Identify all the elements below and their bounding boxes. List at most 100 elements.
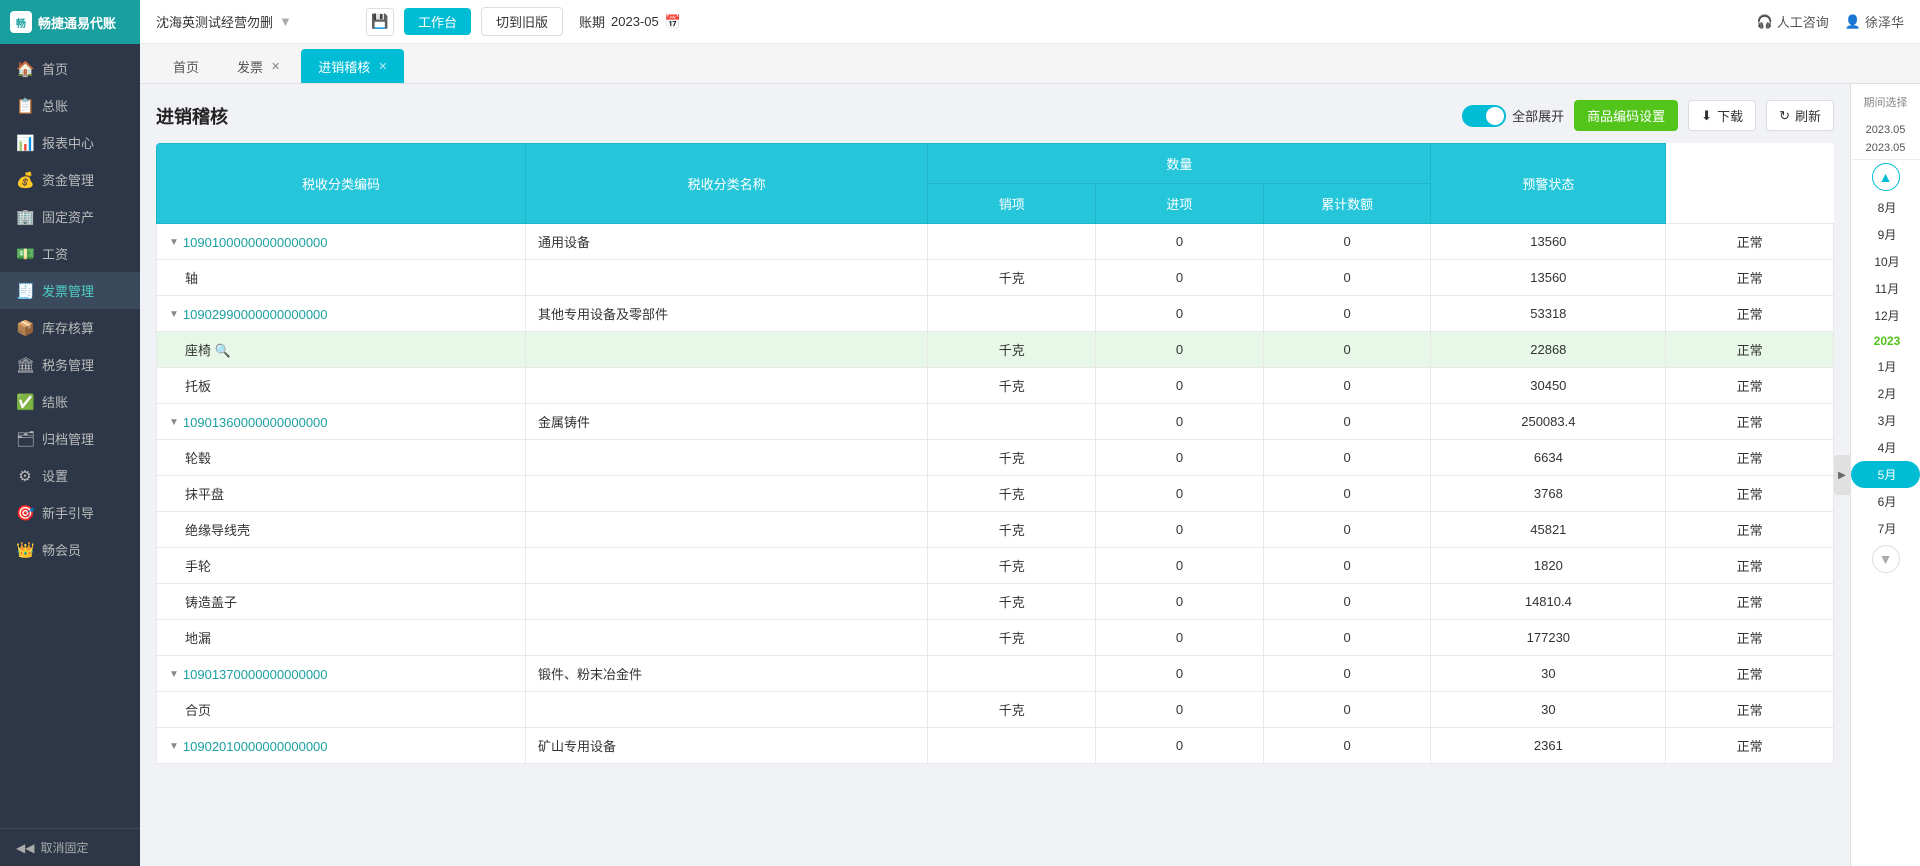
cell-xiao: 0 bbox=[1096, 332, 1264, 368]
tab-close-icon[interactable]: ✕ bbox=[378, 60, 387, 73]
sidebar-item-总账[interactable]: 📋总账 bbox=[0, 87, 140, 124]
cell-status: 正常 bbox=[1666, 620, 1834, 656]
page-title: 进销稽核 bbox=[156, 103, 228, 129]
download-button[interactable]: ⬇ 下载 bbox=[1688, 100, 1756, 131]
tab-发票[interactable]: 发票✕ bbox=[220, 49, 297, 83]
sidebar-item-结账[interactable]: ✅结账 bbox=[0, 383, 140, 420]
expand-toggle[interactable]: 全部展开 bbox=[1462, 105, 1564, 127]
sidebar-item-首页[interactable]: 🏠首页 bbox=[0, 50, 140, 87]
th-xiao: 销项 bbox=[928, 184, 1096, 224]
period-down-btn[interactable]: ▼ bbox=[1872, 545, 1900, 573]
sidebar-item-归档管理[interactable]: 🗂归档管理 bbox=[0, 420, 140, 457]
sidebar-item-畅会员[interactable]: 👑畅会员 bbox=[0, 531, 140, 568]
cell-code: ▼10901360000000000000 bbox=[157, 404, 526, 440]
table-row: 地漏 千克 0 0 177230 正常 bbox=[157, 620, 1834, 656]
switch-version-button[interactable]: 切到旧版 bbox=[481, 7, 563, 36]
table-row: 座椅 🔍 千克 0 0 22868 正常 bbox=[157, 332, 1834, 368]
cell-unit: 千克 bbox=[928, 332, 1096, 368]
tab-label: 进销稽核 bbox=[318, 57, 370, 76]
cell-name: 矿山专用设备 bbox=[525, 728, 927, 764]
cell-total: 13560 bbox=[1431, 260, 1666, 296]
table-row: 手轮 千克 0 0 1820 正常 bbox=[157, 548, 1834, 584]
nav-label: 报表中心 bbox=[42, 133, 94, 152]
cell-status: 正常 bbox=[1666, 368, 1834, 404]
period-month-item[interactable]: 8月 bbox=[1851, 194, 1920, 221]
cell-total: 250083.4 bbox=[1431, 404, 1666, 440]
period-month-item[interactable]: 2023 bbox=[1851, 329, 1920, 353]
sidebar-item-新手引导[interactable]: 🎯新手引导 bbox=[0, 494, 140, 531]
nav-icon: 📊 bbox=[16, 134, 34, 152]
nav-label: 首页 bbox=[42, 59, 68, 78]
nav-label: 资金管理 bbox=[42, 170, 94, 189]
period-month-item[interactable]: 7月 bbox=[1851, 515, 1920, 542]
table-row: ▼10901370000000000000 锻件、粉末冶金件 0 0 30 正常 bbox=[157, 656, 1834, 692]
period-month-item[interactable]: 5月 bbox=[1851, 461, 1920, 488]
cell-jin: 0 bbox=[1263, 584, 1431, 620]
tree-arrow: ▼ bbox=[169, 237, 179, 248]
cell-xiao: 0 bbox=[1096, 404, 1264, 440]
period-month-item[interactable]: 10月 bbox=[1851, 248, 1920, 275]
nav-label: 税务管理 bbox=[42, 355, 94, 374]
sidebar-item-固定资产[interactable]: 🏢固定资产 bbox=[0, 198, 140, 235]
period-month-item[interactable]: 4月 bbox=[1851, 434, 1920, 461]
table-row: 抹平盘 千克 0 0 3768 正常 bbox=[157, 476, 1834, 512]
tab-label: 首页 bbox=[173, 57, 199, 76]
support-btn[interactable]: 🎧 人工咨询 bbox=[1757, 12, 1829, 31]
cell-name: 其他专用设备及零部件 bbox=[525, 296, 927, 332]
cell-name bbox=[525, 476, 927, 512]
cell-total: 2361 bbox=[1431, 728, 1666, 764]
cell-code: 地漏 bbox=[157, 620, 526, 656]
sidebar-item-库存核算[interactable]: 📦库存核算 bbox=[0, 309, 140, 346]
toggle-switch[interactable] bbox=[1462, 105, 1506, 127]
nav-label: 总账 bbox=[42, 96, 68, 115]
search-icon[interactable]: 🔍 bbox=[215, 343, 231, 358]
cell-jin: 0 bbox=[1263, 512, 1431, 548]
main-panel: 进销稽核 全部展开 商品编码设置 ⬇ 下载 ↻ 刷新 bbox=[140, 84, 1850, 866]
refresh-button[interactable]: ↻ 刷新 bbox=[1766, 100, 1834, 131]
cell-name: 通用设备 bbox=[525, 224, 927, 260]
setting-button[interactable]: 商品编码设置 bbox=[1574, 100, 1678, 131]
cell-xiao: 0 bbox=[1096, 584, 1264, 620]
user-menu[interactable]: 👤 徐泽华 bbox=[1845, 12, 1904, 31]
period-up-btn[interactable]: ▲ bbox=[1872, 163, 1900, 191]
tree-arrow: ▼ bbox=[169, 741, 179, 752]
period-month-item[interactable]: 9月 bbox=[1851, 221, 1920, 248]
sidebar-item-报表中心[interactable]: 📊 报表中心 bbox=[0, 124, 140, 161]
calendar-icon[interactable]: 📅 bbox=[665, 14, 681, 30]
cell-unit: 千克 bbox=[928, 620, 1096, 656]
footer-label: 取消固定 bbox=[40, 839, 88, 856]
period-month-item[interactable]: 1月 bbox=[1851, 353, 1920, 380]
cell-unit: 千克 bbox=[928, 548, 1096, 584]
company-dropdown-icon[interactable]: ▼ bbox=[279, 14, 292, 29]
period-month-item[interactable]: 6月 bbox=[1851, 488, 1920, 515]
period-month-item[interactable]: 12月 bbox=[1851, 302, 1920, 329]
tab-close-icon[interactable]: ✕ bbox=[271, 60, 280, 73]
cell-total: 14810.4 bbox=[1431, 584, 1666, 620]
sidebar-footer[interactable]: ◀◀ 取消固定 bbox=[0, 828, 140, 866]
cell-jin: 0 bbox=[1263, 692, 1431, 728]
period-month-item[interactable]: 3月 bbox=[1851, 407, 1920, 434]
panel-toggle-btn[interactable]: ▶ bbox=[1834, 455, 1850, 495]
period-month-item[interactable]: 11月 bbox=[1851, 275, 1920, 302]
cell-xiao: 0 bbox=[1096, 260, 1264, 296]
save-btn[interactable]: 💾 bbox=[366, 8, 394, 36]
cell-name bbox=[525, 584, 927, 620]
cell-jin: 0 bbox=[1263, 728, 1431, 764]
period-selector[interactable]: 账期 2023-05 📅 bbox=[579, 12, 681, 31]
th-name: 税收分类名称 bbox=[525, 144, 927, 224]
sidebar-item-工资[interactable]: 💵工资 bbox=[0, 235, 140, 272]
sidebar-item-设置[interactable]: ⚙设置 bbox=[0, 457, 140, 494]
company-selector[interactable]: 沈海英测试经营勿删 ▼ bbox=[156, 12, 356, 31]
sidebar-item-税务管理[interactable]: 🏛 税务管理 bbox=[0, 346, 140, 383]
sidebar-item-资金管理[interactable]: 💰资金管理 bbox=[0, 161, 140, 198]
workbench-button[interactable]: 工作台 bbox=[404, 8, 471, 35]
data-table: 税收分类编码 税收分类名称 数量 预警状态 销项 进项 累计数额 ▼109010… bbox=[156, 143, 1834, 764]
nav-icon: 🏛 bbox=[16, 356, 34, 374]
tab-首页[interactable]: 首页 bbox=[156, 49, 216, 83]
user-icon: 👤 bbox=[1845, 14, 1861, 30]
tab-进销稽核[interactable]: 进销稽核 ✕ bbox=[301, 49, 404, 83]
period-value: 2023-05 bbox=[611, 14, 659, 29]
period-month-item[interactable]: 2月 bbox=[1851, 380, 1920, 407]
sidebar-item-发票管理[interactable]: 🧾发票管理 bbox=[0, 272, 140, 309]
cell-code: 绝缘导线壳 bbox=[157, 512, 526, 548]
